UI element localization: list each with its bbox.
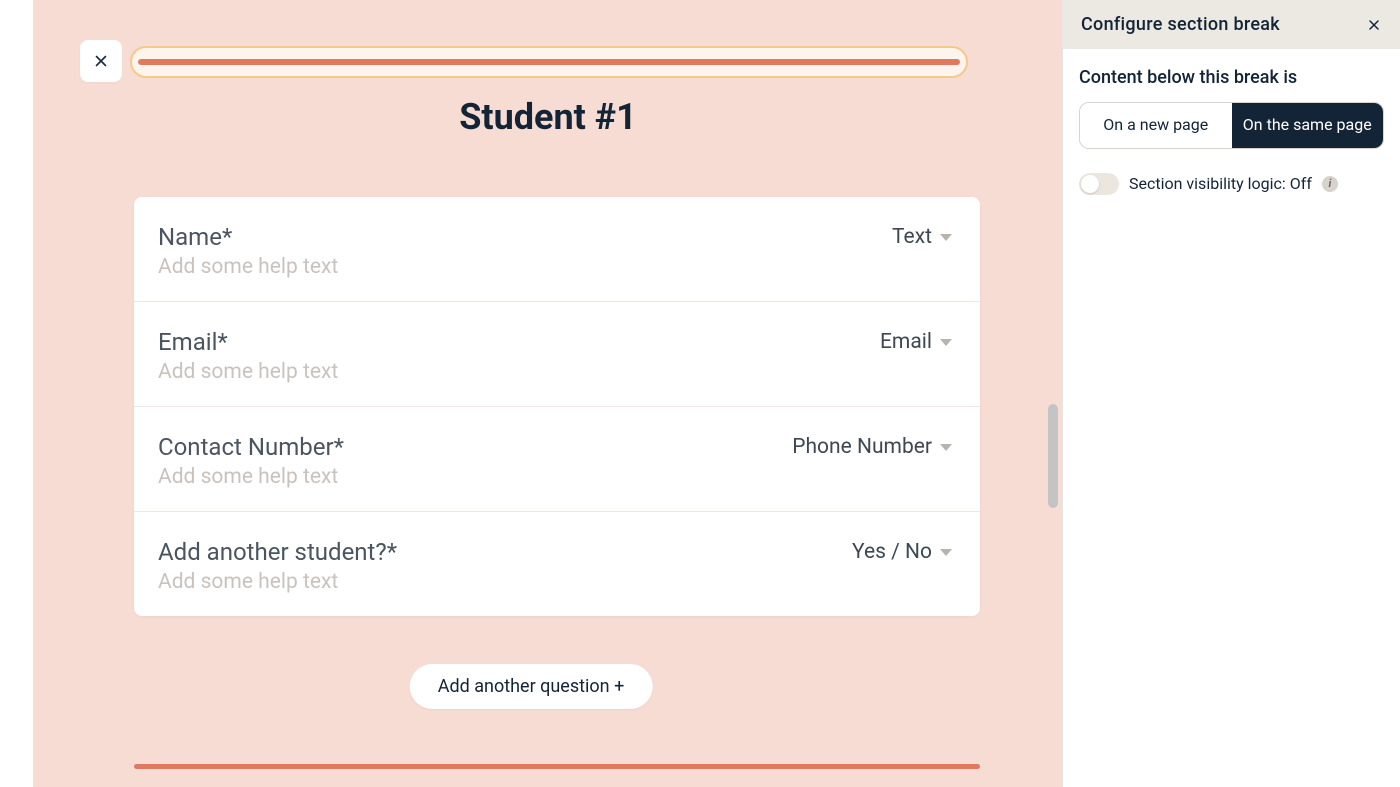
option-same-page[interactable]: On the same page [1232, 103, 1384, 148]
visibility-toggle[interactable] [1079, 173, 1119, 195]
field-type-dropdown[interactable]: Yes / No [852, 538, 952, 564]
scrollbar-thumb[interactable] [1048, 404, 1058, 508]
progress-bar-fill [138, 59, 960, 65]
add-question-button[interactable]: Add another question + [410, 664, 653, 709]
chevron-down-icon [940, 444, 952, 451]
field-row[interactable]: Name* Add some help text Text [134, 197, 980, 302]
field-type-label: Email [880, 330, 932, 354]
field-type-dropdown[interactable]: Email [880, 328, 952, 354]
left-rail [0, 0, 34, 787]
close-icon [1366, 17, 1382, 33]
field-help-text[interactable]: Add some help text [158, 570, 852, 594]
field-label[interactable]: Add another student?* [158, 538, 852, 566]
main-canvas: Student #1 Name* Add some help text Text… [34, 0, 1062, 787]
configure-panel: Configure section break Content below th… [1062, 0, 1400, 787]
field-type-label: Yes / No [852, 540, 932, 564]
field-type-dropdown[interactable]: Phone Number [792, 433, 952, 459]
scrollbar-track[interactable] [1046, 0, 1060, 787]
content-break-label: Content below this break is [1079, 67, 1384, 88]
section-title[interactable]: Student #1 [34, 96, 1062, 138]
chevron-down-icon [940, 549, 952, 556]
field-label[interactable]: Name* [158, 223, 892, 251]
close-icon [92, 52, 110, 70]
info-icon[interactable]: i [1322, 176, 1338, 192]
field-help-text[interactable]: Add some help text [158, 360, 880, 384]
field-help-text[interactable]: Add some help text [158, 255, 892, 279]
field-label[interactable]: Email* [158, 328, 880, 356]
visibility-label: Section visibility logic: Off [1129, 174, 1312, 193]
close-button[interactable] [80, 40, 122, 82]
field-label[interactable]: Contact Number* [158, 433, 792, 461]
section-break-bar[interactable] [134, 764, 980, 769]
visibility-toggle-row: Section visibility logic: Off i [1079, 173, 1384, 195]
option-new-page[interactable]: On a new page [1080, 103, 1232, 148]
field-row[interactable]: Add another student?* Add some help text… [134, 512, 980, 616]
fields-card: Name* Add some help text Text Email* Add… [134, 197, 980, 616]
panel-header: Configure section break [1063, 0, 1400, 49]
page-break-segmented: On a new page On the same page [1079, 102, 1384, 149]
chevron-down-icon [940, 339, 952, 346]
field-row[interactable]: Contact Number* Add some help text Phone… [134, 407, 980, 512]
field-type-dropdown[interactable]: Text [892, 223, 952, 249]
panel-close-button[interactable] [1366, 17, 1382, 33]
field-help-text[interactable]: Add some help text [158, 465, 792, 489]
field-type-label: Phone Number [792, 435, 932, 459]
toggle-knob [1081, 175, 1099, 193]
chevron-down-icon [940, 234, 952, 241]
progress-bar-container[interactable] [130, 46, 968, 78]
field-type-label: Text [892, 225, 932, 249]
field-row[interactable]: Email* Add some help text Email [134, 302, 980, 407]
panel-title: Configure section break [1081, 14, 1280, 35]
